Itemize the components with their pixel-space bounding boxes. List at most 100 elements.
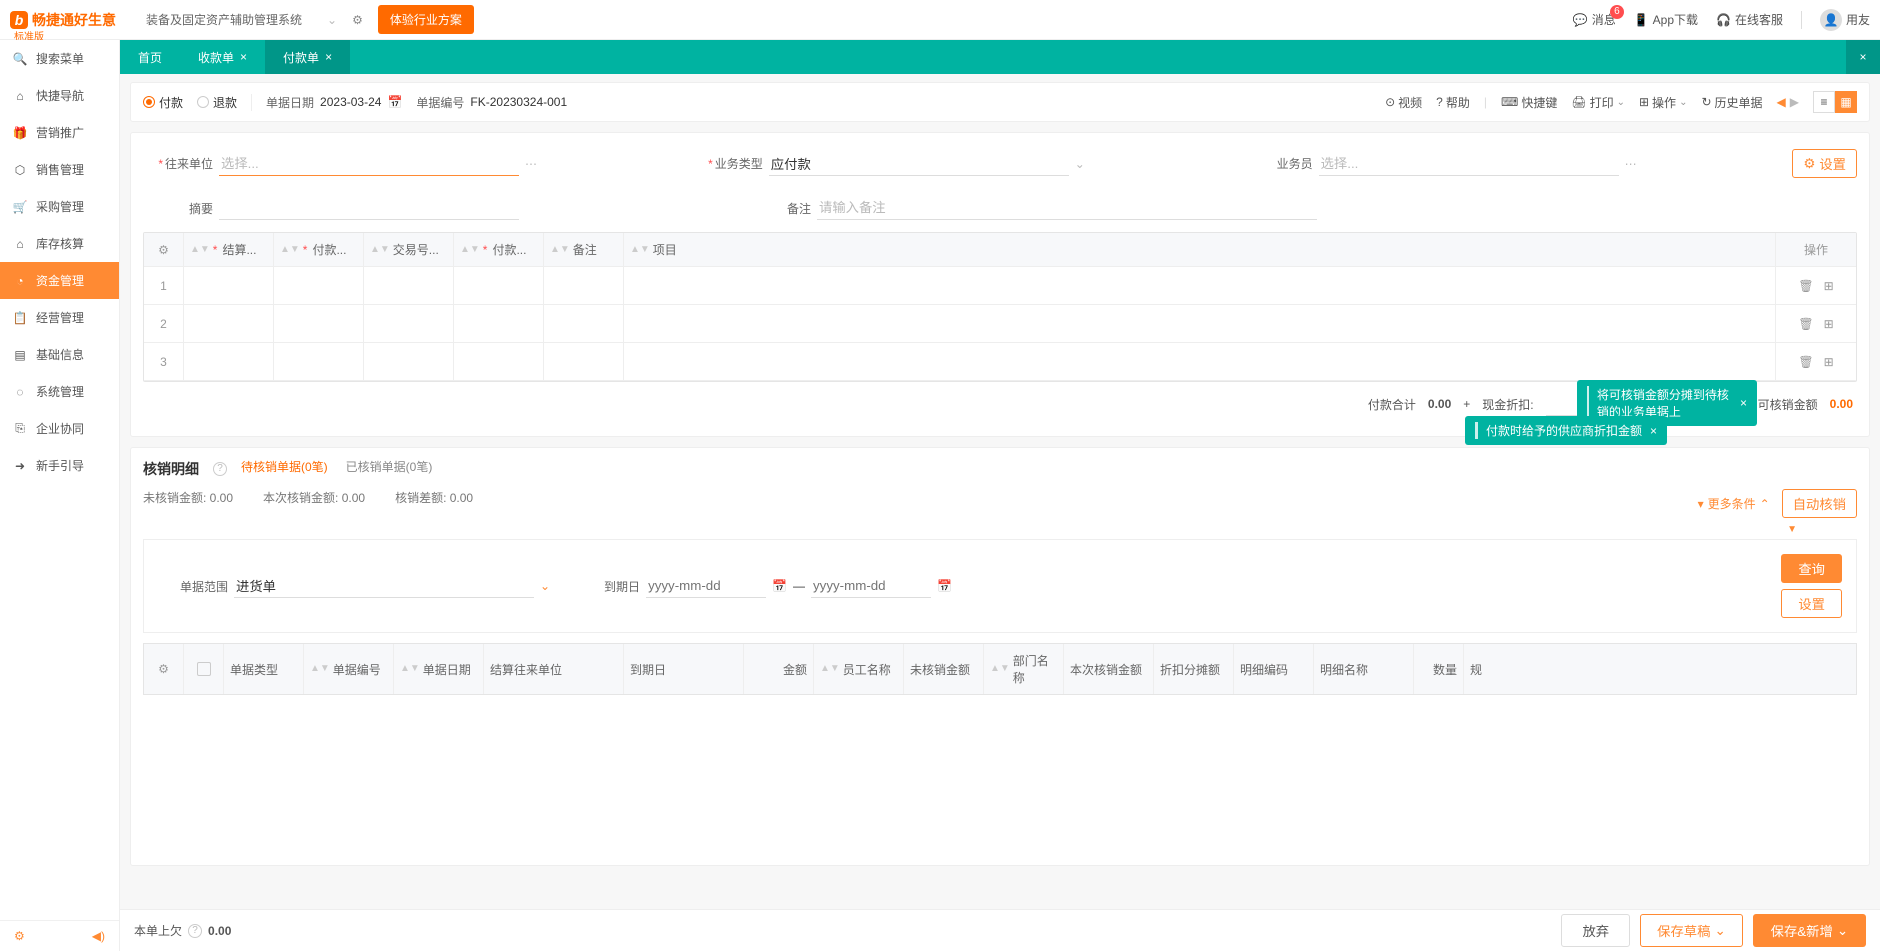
settings-button[interactable]: ⚙设置 — [1792, 149, 1857, 178]
col-payment2[interactable]: ▲▼*付款... — [454, 233, 544, 267]
save-draft-button[interactable]: 保存草稿⌄ — [1640, 914, 1742, 947]
col-detailname[interactable]: 明细名称 — [1314, 644, 1414, 694]
col-detailcode[interactable]: 明细编码 — [1234, 644, 1314, 694]
date-from-input[interactable] — [646, 574, 766, 598]
app-download-link[interactable]: 📱 App下载 — [1634, 11, 1698, 28]
col-billno[interactable]: ▲▼单据编号 — [304, 644, 394, 694]
calendar-icon[interactable]: 📅 — [937, 579, 952, 593]
sidebar-item-sales[interactable]: ⬡销售管理 — [0, 151, 119, 188]
close-all-tabs[interactable]: × — [1846, 40, 1880, 74]
cell[interactable] — [184, 267, 274, 305]
remark-input[interactable] — [817, 196, 1317, 220]
biztype-input[interactable] — [769, 152, 1069, 176]
calendar-icon[interactable]: 📅 — [772, 579, 787, 593]
radio-pay[interactable]: 付款 — [143, 94, 183, 111]
delete-icon[interactable]: 🗑 — [1798, 317, 1813, 331]
card-view-button[interactable]: ▦ — [1835, 91, 1857, 113]
more-icon[interactable]: ⋯ — [1625, 157, 1637, 171]
gear-column[interactable]: ⚙ — [144, 233, 184, 267]
cell[interactable] — [184, 305, 274, 343]
discard-button[interactable]: 放弃 — [1561, 914, 1630, 947]
col-project[interactable]: ▲▼项目 — [624, 233, 1776, 267]
col-amount[interactable]: 金额 — [744, 644, 814, 694]
cell[interactable] — [544, 267, 624, 305]
shortcut-link[interactable]: ⌨快捷键 — [1501, 94, 1557, 111]
gear-icon[interactable]: ⚙ — [352, 13, 363, 27]
summary-input[interactable] — [219, 196, 519, 220]
sidebar-item-basic[interactable]: ▤基础信息 — [0, 336, 119, 373]
cell[interactable] — [544, 305, 624, 343]
sidebar-item-search[interactable]: 🔍搜索菜单 — [0, 40, 119, 77]
auto-writeoff-button[interactable]: 自动核销 — [1782, 489, 1857, 518]
query-button[interactable]: 查询 — [1781, 554, 1842, 583]
col-employee[interactable]: ▲▼员工名称 — [814, 644, 904, 694]
add-icon[interactable]: ⊞ — [1824, 317, 1834, 331]
help-icon[interactable]: ? — [213, 462, 227, 476]
table-row[interactable]: 3 🗑⊞ — [144, 343, 1856, 381]
chevron-down-icon[interactable]: ⌄ — [1075, 157, 1085, 171]
table-row[interactable]: 1 🗑⊞ — [144, 267, 1856, 305]
user-menu[interactable]: 👤 用友 — [1820, 9, 1870, 31]
add-icon[interactable]: ⊞ — [1824, 355, 1834, 369]
sidebar-item-inventory[interactable]: ⌂库存核算 — [0, 225, 119, 262]
partner-input[interactable] — [219, 152, 519, 176]
sidebar-item-system[interactable]: ◌系统管理 — [0, 373, 119, 410]
clerk-input[interactable] — [1319, 152, 1619, 176]
scope-input[interactable] — [234, 574, 534, 598]
cell[interactable] — [274, 343, 364, 381]
col-duedate[interactable]: 到期日 — [624, 644, 744, 694]
close-icon[interactable]: × — [1650, 424, 1657, 438]
col-unwrite[interactable]: 未核销金额 — [904, 644, 984, 694]
col-thisamount[interactable]: 本次核销金额 — [1064, 644, 1154, 694]
subtab-pending[interactable]: 待核销单据(0笔) — [241, 458, 328, 479]
filter-settings-button[interactable]: 设置 — [1781, 589, 1842, 618]
sidebar-item-collab[interactable]: ⎘企业协同 — [0, 410, 119, 447]
tab-home[interactable]: 首页 — [120, 40, 180, 74]
cell[interactable] — [624, 343, 1776, 381]
table-row[interactable]: 2 🗑⊞ — [144, 305, 1856, 343]
col-qty[interactable]: 数量 — [1414, 644, 1464, 694]
close-icon[interactable]: × — [240, 50, 247, 64]
cell[interactable] — [274, 267, 364, 305]
cell[interactable] — [364, 343, 454, 381]
close-icon[interactable]: × — [1740, 396, 1747, 410]
close-icon[interactable]: × — [325, 50, 332, 64]
radio-refund[interactable]: 退款 — [197, 94, 237, 111]
help-link[interactable]: ?帮助 — [1436, 94, 1470, 111]
calendar-icon[interactable]: 📅 — [387, 95, 402, 109]
col-dept[interactable]: ▲▼部门名称 — [984, 644, 1064, 694]
col-payment[interactable]: ▲▼*付款... — [274, 233, 364, 267]
add-icon[interactable]: ⊞ — [1824, 279, 1834, 293]
sidebar-item-operation[interactable]: 📋经营管理 — [0, 299, 119, 336]
delete-icon[interactable]: 🗑 — [1798, 279, 1813, 293]
sidebar-item-guide[interactable]: ➜新手引导 — [0, 447, 119, 484]
cell[interactable] — [274, 305, 364, 343]
tab-receipt[interactable]: 收款单× — [180, 40, 265, 74]
prev-icon[interactable]: ◀ — [1777, 95, 1786, 109]
tab-payment[interactable]: 付款单× — [265, 40, 350, 74]
col-remark[interactable]: ▲▼备注 — [544, 233, 624, 267]
cell[interactable] — [184, 343, 274, 381]
cell[interactable] — [454, 305, 544, 343]
col-billdate[interactable]: ▲▼单据日期 — [394, 644, 484, 694]
checkbox-icon[interactable] — [197, 662, 211, 676]
messages-link[interactable]: 💬 消息 6 — [1573, 11, 1616, 28]
help-icon[interactable]: ? — [188, 924, 202, 938]
online-service-link[interactable]: 🎧 在线客服 — [1716, 11, 1783, 28]
col-partner[interactable]: 结算往来单位 — [484, 644, 624, 694]
collapse-icon[interactable]: ◀) — [92, 929, 105, 943]
more-icon[interactable]: ⋯ — [525, 157, 537, 171]
cell[interactable] — [624, 305, 1776, 343]
gear-icon[interactable]: ⚙ — [14, 929, 25, 943]
sidebar-item-finance[interactable]: ◔资金管理 — [0, 262, 119, 299]
sidebar-item-marketing[interactable]: 🎁营销推广 — [0, 114, 119, 151]
delete-icon[interactable]: 🗑 — [1798, 355, 1813, 369]
col-discount[interactable]: 折扣分摊额 — [1154, 644, 1234, 694]
cell[interactable] — [624, 267, 1776, 305]
col-settlement[interactable]: ▲▼*结算... — [184, 233, 274, 267]
col-spec[interactable]: 规 — [1464, 644, 1494, 694]
date-to-input[interactable] — [811, 574, 931, 598]
chevron-down-icon[interactable]: ⌄ — [540, 579, 550, 593]
operate-link[interactable]: ⊞操作⌄ — [1639, 94, 1687, 111]
bill-date-value[interactable]: 2023-03-24 — [320, 95, 381, 109]
